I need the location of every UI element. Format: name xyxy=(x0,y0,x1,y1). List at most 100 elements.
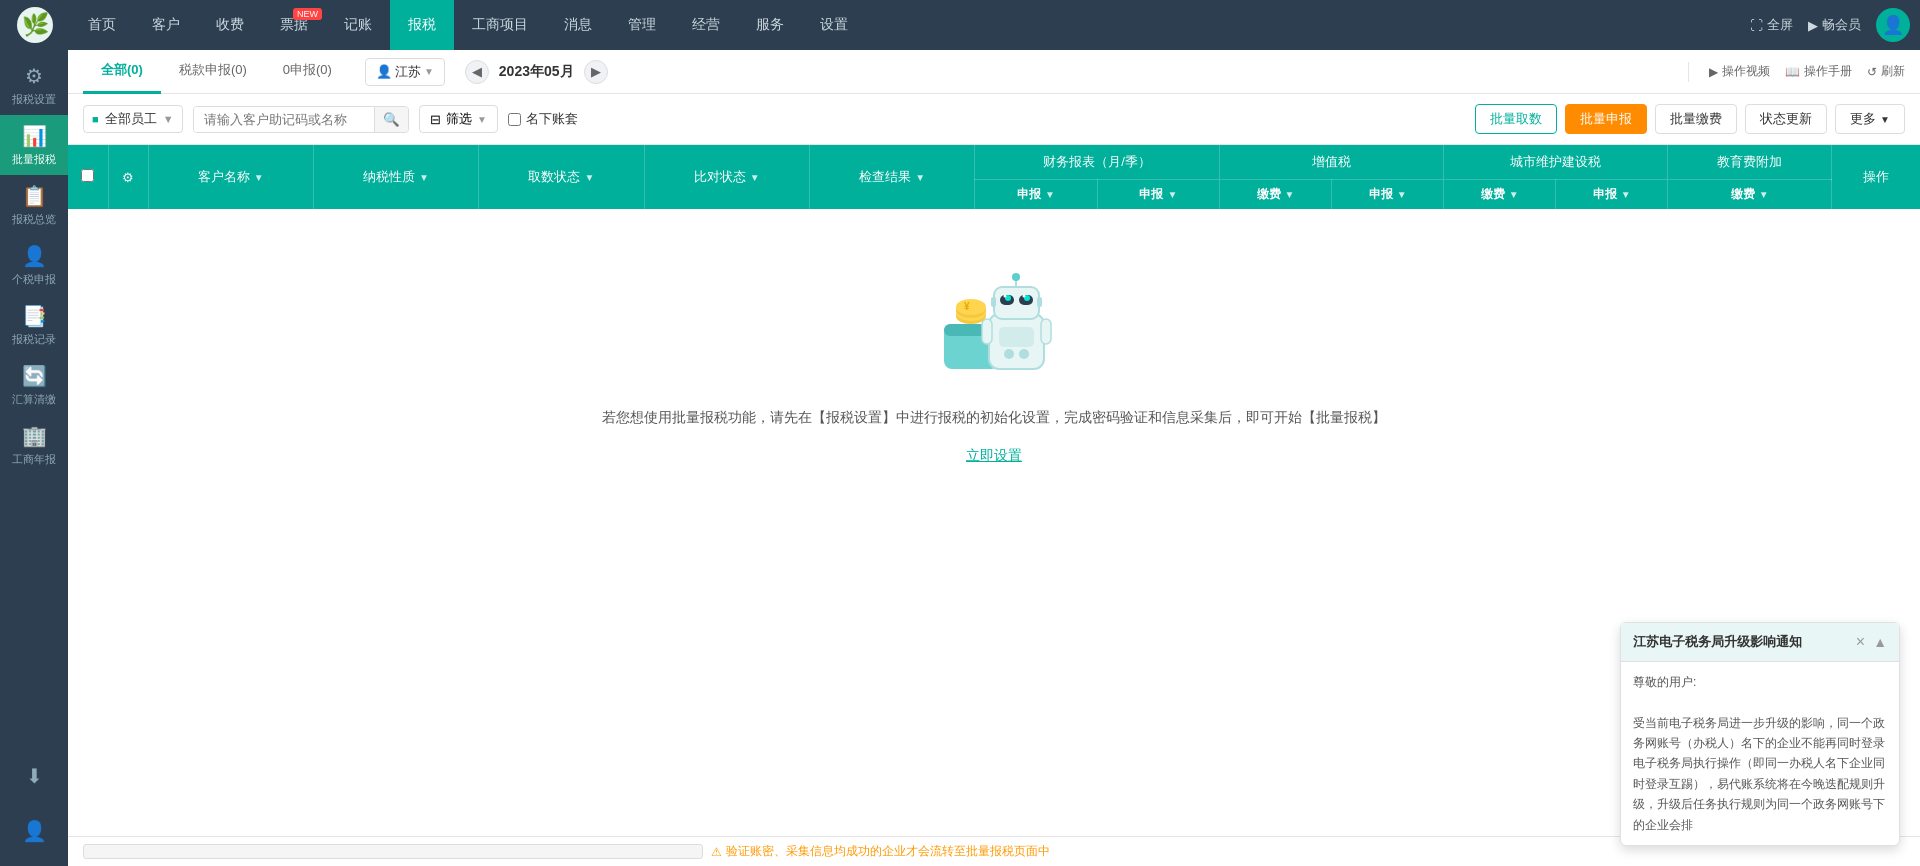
member-icon: ▶ xyxy=(1808,18,1818,33)
logo-area[interactable]: 🌿 xyxy=(10,0,60,50)
notification-title: 江苏电子税务局升级影响通知 xyxy=(1633,633,1802,651)
chevron-down-icon: ▼ xyxy=(424,66,434,77)
filter-icon[interactable]: ▼ xyxy=(915,172,925,183)
nav-item-2[interactable]: 收费 xyxy=(198,0,262,50)
notification-close-x[interactable]: × xyxy=(1856,634,1865,650)
personal-tax-icon: 👤 xyxy=(22,244,47,268)
account-checkbox[interactable] xyxy=(508,113,521,126)
nav-item-3[interactable]: 票据NEW xyxy=(262,0,326,50)
employee-select[interactable]: ■ 全部员工 ▼ xyxy=(83,105,183,133)
toolbar-right-buttons: 批量取数 批量申报 批量缴费 状态更新 更多 ▼ xyxy=(1475,104,1905,134)
data-table: ⚙ 客户名称 ▼ 纳税性质 ▼ xyxy=(68,145,1920,525)
svg-point-21 xyxy=(1004,349,1014,359)
nav-item-5[interactable]: 报税 xyxy=(390,0,454,50)
chevron-down-icon: ▼ xyxy=(477,114,487,125)
fullscreen-button[interactable]: ⛶ 全屏 xyxy=(1750,16,1793,34)
nav-item-1[interactable]: 客户 xyxy=(134,0,198,50)
next-month-button[interactable]: ▶ xyxy=(584,60,608,84)
search-box: 🔍 xyxy=(193,106,409,133)
tab-tax-declare[interactable]: 税款申报(0) xyxy=(161,50,265,94)
vat-pay-header: 缴费 ▼ xyxy=(1220,180,1332,210)
filter-icon[interactable]: ▼ xyxy=(1509,189,1519,200)
province-selector[interactable]: 👤 江苏 ▼ xyxy=(365,58,445,86)
nav-item-4[interactable]: 记账 xyxy=(326,0,390,50)
edu-declare-header: 申报 ▼ xyxy=(1556,180,1668,210)
top-navigation: 🌿 首页客户收费票据NEW记账报税工商项目消息管理经营服务设置 ⛶ 全屏 ▶ 畅… xyxy=(0,0,1920,50)
empty-message: 若您想使用批量报税功能，请先在【报税设置】中进行报税的初始化设置，完成密码验证和… xyxy=(602,409,1386,427)
tax-nature-header: 纳税性质 ▼ xyxy=(313,145,478,209)
table-header-row: ⚙ 客户名称 ▼ 纳税性质 ▼ xyxy=(68,145,1920,180)
horizontal-scrollbar[interactable] xyxy=(83,844,703,859)
city-pay-header: 缴费 ▼ xyxy=(1444,180,1556,210)
refresh-button[interactable]: ↺ 刷新 xyxy=(1867,63,1905,80)
notification-scroll-up[interactable]: ▲ xyxy=(1873,634,1887,650)
nav-item-8[interactable]: 管理 xyxy=(610,0,674,50)
sidebar-user-icon[interactable]: 👤 xyxy=(0,806,68,856)
nav-items: 首页客户收费票据NEW记账报税工商项目消息管理经营服务设置 xyxy=(70,0,1750,50)
sidebar-item-tax-records[interactable]: 📑 报税记录 xyxy=(0,295,68,355)
annual-reconcile-icon: 🔄 xyxy=(22,364,47,388)
sidebar-download-icon[interactable]: ⬇ xyxy=(0,751,68,801)
filter-icon[interactable]: ▼ xyxy=(1167,189,1177,200)
nav-item-7[interactable]: 消息 xyxy=(546,0,610,50)
nav-item-6[interactable]: 工商项目 xyxy=(454,0,546,50)
batch-declare-button[interactable]: 批量申报 xyxy=(1565,104,1647,134)
search-input[interactable] xyxy=(194,107,374,132)
batch-pay-button[interactable]: 批量缴费 xyxy=(1655,104,1737,134)
tab-zero-declare[interactable]: 0申报(0) xyxy=(265,50,350,94)
user-avatar[interactable]: 👤 xyxy=(1876,8,1910,42)
edu-surcharge-header: 教育费附加 xyxy=(1668,145,1832,180)
account-checkbox-label[interactable]: 名下账套 xyxy=(508,110,578,128)
nav-item-0[interactable]: 首页 xyxy=(70,0,134,50)
search-button[interactable]: 🔍 xyxy=(374,107,408,132)
svg-rect-24 xyxy=(1041,319,1051,344)
settings-header: ⚙ xyxy=(108,145,148,209)
status-update-button[interactable]: 状态更新 xyxy=(1745,104,1827,134)
filter-icon: ⊟ xyxy=(430,112,441,127)
filter-icon[interactable]: ▼ xyxy=(584,172,594,183)
filter-icon[interactable]: ▼ xyxy=(1621,189,1631,200)
filter-icon[interactable]: ▼ xyxy=(1285,189,1295,200)
more-button[interactable]: 更多 ▼ xyxy=(1835,104,1905,134)
batch-fetch-button[interactable]: 批量取数 xyxy=(1475,104,1557,134)
chevron-down-icon: ▼ xyxy=(1880,114,1890,125)
svg-point-5 xyxy=(956,299,986,315)
sidebar-item-annual-report[interactable]: 🏢 工商年报 xyxy=(0,415,68,475)
filter-button[interactable]: ⊟ 筛选 ▼ xyxy=(419,105,498,133)
tab-all[interactable]: 全部(0) xyxy=(83,50,161,94)
filter-icon[interactable]: ▼ xyxy=(254,172,264,183)
sidebar-item-batch-tax[interactable]: 📊 批量报税 xyxy=(0,115,68,175)
financial-declare-header: 申报 ▼ xyxy=(975,180,1097,210)
employee-icon: ■ xyxy=(92,113,99,125)
select-all-checkbox[interactable] xyxy=(81,169,94,182)
operation-video-button[interactable]: ▶ 操作视频 xyxy=(1709,63,1770,80)
prev-month-button[interactable]: ◀ xyxy=(465,60,489,84)
filter-icon[interactable]: ▼ xyxy=(419,172,429,183)
operation-manual-button[interactable]: 📖 操作手册 xyxy=(1785,63,1852,80)
filter-icon[interactable]: ▼ xyxy=(1397,189,1407,200)
nav-item-11[interactable]: 设置 xyxy=(802,0,866,50)
tax-records-icon: 📑 xyxy=(22,304,47,328)
nav-item-9[interactable]: 经营 xyxy=(674,0,738,50)
tax-overview-icon: 📋 xyxy=(22,184,47,208)
edu-pay-header: 缴费 ▼ xyxy=(1668,180,1832,210)
sidebar-item-personal-tax[interactable]: 👤 个税申报 xyxy=(0,235,68,295)
tax-settings-icon: ⚙ xyxy=(25,64,43,88)
vat-declare-header: 申报 ▼ xyxy=(1097,180,1219,210)
svg-point-14 xyxy=(1004,295,1007,298)
checkbox-header xyxy=(68,145,108,209)
setup-link[interactable]: 立即设置 xyxy=(966,447,1022,465)
check-result-header: 检查结果 ▼ xyxy=(809,145,974,209)
filter-icon[interactable]: ▼ xyxy=(750,172,760,183)
filter-icon[interactable]: ▼ xyxy=(1045,189,1055,200)
sidebar-item-tax-overview[interactable]: 📋 报税总览 xyxy=(0,175,68,235)
svg-rect-23 xyxy=(982,319,992,344)
sidebar-item-annual-reconcile[interactable]: 🔄 汇算清缴 xyxy=(0,355,68,415)
nav-item-10[interactable]: 服务 xyxy=(738,0,802,50)
city-declare-header: 申报 ▼ xyxy=(1332,180,1444,210)
video-icon: ▶ xyxy=(1709,65,1718,79)
sidebar-item-tax-settings[interactable]: ⚙ 报税设置 xyxy=(0,55,68,115)
member-button[interactable]: ▶ 畅会员 xyxy=(1808,16,1861,34)
top-nav-right: ⛶ 全屏 ▶ 畅会员 👤 xyxy=(1750,8,1910,42)
filter-icon[interactable]: ▼ xyxy=(1759,189,1769,200)
